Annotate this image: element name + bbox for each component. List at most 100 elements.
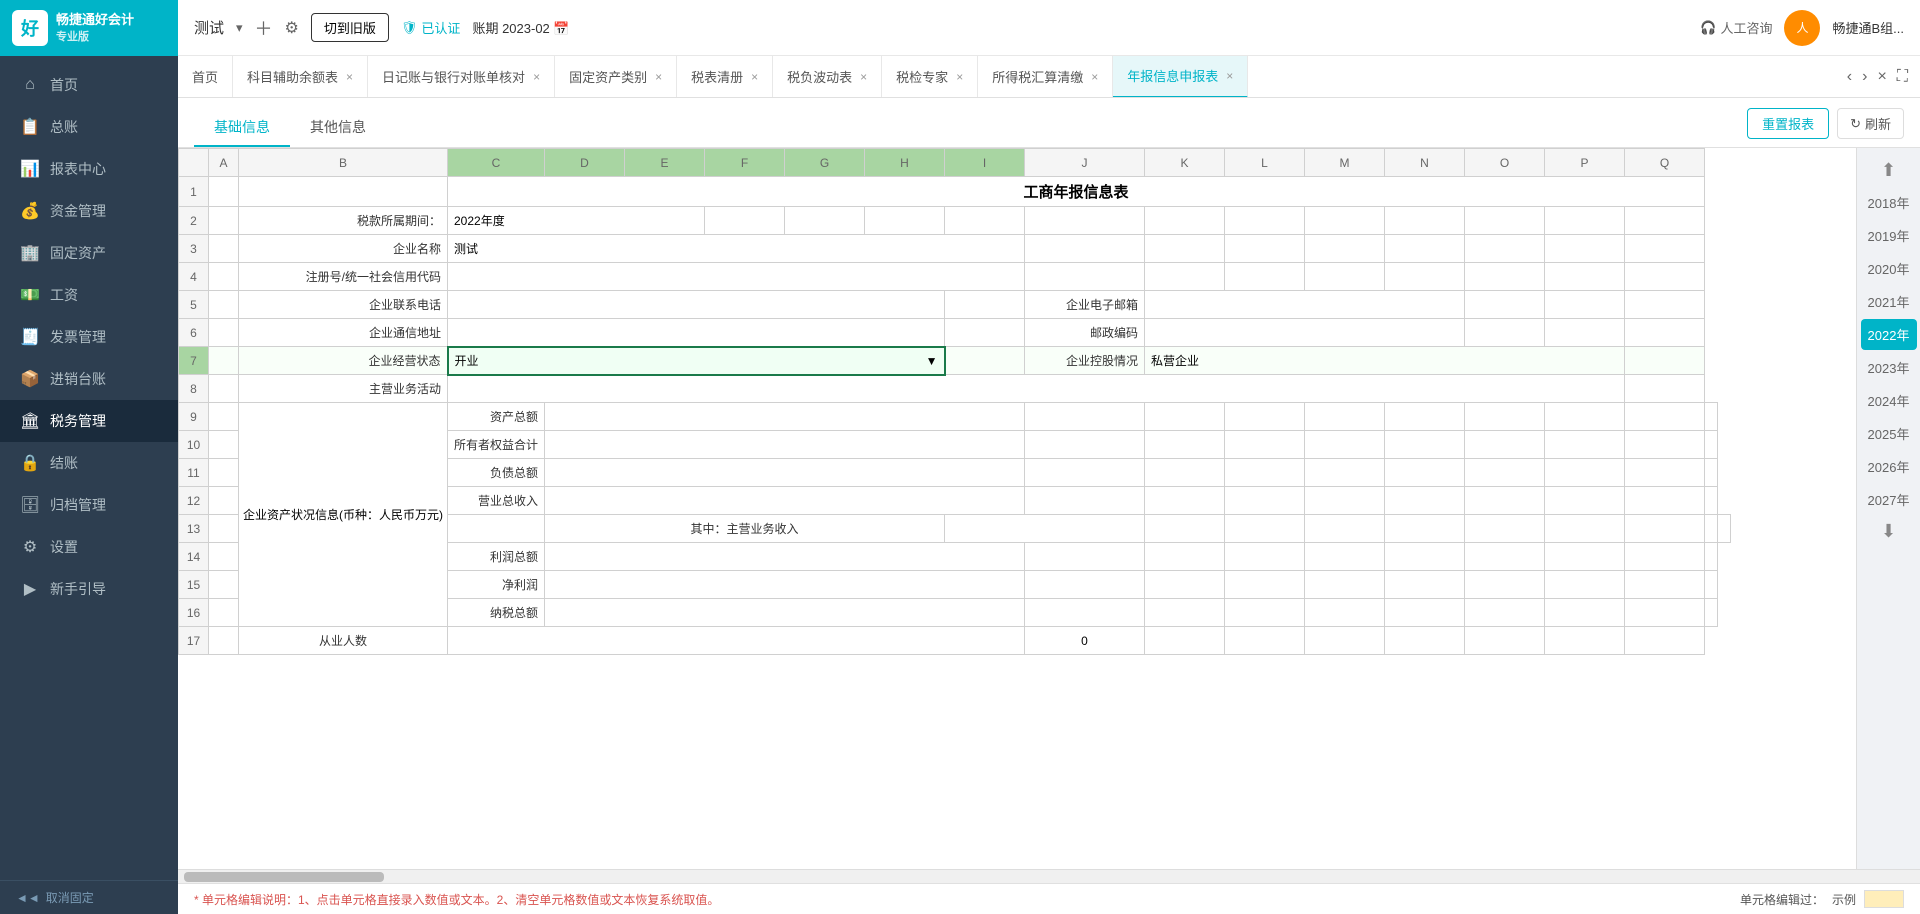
cell-5O[interactable] (1465, 291, 1545, 319)
cell-4M[interactable] (1305, 263, 1385, 291)
cell-12K[interactable] (1225, 487, 1305, 515)
cell-9I[interactable] (1025, 403, 1145, 431)
cell-8A[interactable] (209, 375, 239, 403)
reset-report-button[interactable]: 重置报表 (1747, 108, 1829, 139)
cell-5A[interactable] (209, 291, 239, 319)
cell-6A[interactable] (209, 319, 239, 347)
cell-14D[interactable] (545, 543, 1025, 571)
year-item-2026[interactable]: 2026年 (1861, 451, 1917, 482)
cell-2N[interactable] (1385, 207, 1465, 235)
cell-12N[interactable] (1465, 487, 1545, 515)
cell-5I[interactable] (945, 291, 1025, 319)
cell-17L[interactable] (1225, 627, 1305, 655)
tab-aux[interactable]: 科目辅助余额表 × (233, 56, 368, 98)
sidebar-item-fund[interactable]: 💰 资金管理 (0, 190, 178, 232)
cell-11I[interactable] (1025, 459, 1145, 487)
cell-10I[interactable] (1025, 431, 1145, 459)
cell-13J[interactable] (1225, 515, 1305, 543)
tab-annual-close[interactable]: × (1226, 69, 1233, 83)
cell-9B[interactable]: 企业资产状况信息(币种：人民币万元) (239, 403, 448, 627)
cell-5K[interactable] (1145, 291, 1465, 319)
cell-4K[interactable] (1145, 263, 1225, 291)
cell-4P[interactable] (1545, 263, 1625, 291)
cell-12L[interactable] (1305, 487, 1385, 515)
sidebar-item-archive[interactable]: 🗄 归档管理 (0, 484, 178, 526)
cell-14J[interactable] (1145, 543, 1225, 571)
tab-next-icon[interactable]: › (1858, 66, 1871, 88)
cell-3J[interactable] (1025, 235, 1145, 263)
cell-6C[interactable] (448, 319, 945, 347)
cell-9N[interactable] (1465, 403, 1545, 431)
cell-15A[interactable] (209, 571, 239, 599)
year-item-2021[interactable]: 2021年 (1861, 286, 1917, 317)
cell-4A[interactable] (209, 263, 239, 291)
cell-2C[interactable]: 2022年度 (448, 207, 705, 235)
cell-13M[interactable] (1465, 515, 1545, 543)
year-scroll-down-icon[interactable]: ⬇ (1877, 517, 1900, 546)
cell-10Q[interactable] (1705, 431, 1718, 459)
cell-11L[interactable] (1305, 459, 1385, 487)
cell-2A[interactable] (209, 207, 239, 235)
cell-5C[interactable] (448, 291, 945, 319)
year-scroll-up-icon[interactable]: ⬆ (1877, 156, 1900, 185)
tab-taxsheet-close[interactable]: × (751, 70, 758, 84)
sidebar-item-ledger[interactable]: 📋 总账 (0, 106, 178, 148)
cell-12P[interactable] (1625, 487, 1705, 515)
tab-home[interactable]: 首页 (178, 56, 233, 98)
switch-version-button[interactable]: 切到旧版 (311, 13, 389, 42)
cell-7A[interactable] (209, 347, 239, 375)
tab-close-all-icon[interactable]: × (1873, 66, 1890, 88)
cell-15Q[interactable] (1705, 571, 1718, 599)
subtab-other[interactable]: 其他信息 (290, 109, 386, 147)
cell-11A[interactable] (209, 459, 239, 487)
cell-3N[interactable] (1385, 235, 1465, 263)
tab-journal[interactable]: 日记账与银行对账单核对 × (368, 56, 555, 98)
cell-2Q[interactable] (1625, 207, 1705, 235)
cell-12A[interactable] (209, 487, 239, 515)
cell-15K[interactable] (1225, 571, 1305, 599)
year-item-2025[interactable]: 2025年 (1861, 418, 1917, 449)
cell-4O[interactable] (1465, 263, 1545, 291)
cell-14O[interactable] (1545, 543, 1625, 571)
cell-15J[interactable] (1145, 571, 1225, 599)
tab-prev-icon[interactable]: ‹ (1843, 66, 1856, 88)
cell-12M[interactable] (1385, 487, 1465, 515)
sidebar-item-invoice[interactable]: 🧾 发票管理 (0, 316, 178, 358)
cell-11J[interactable] (1145, 459, 1225, 487)
cell-16I[interactable] (1025, 599, 1145, 627)
year-item-2027[interactable]: 2027年 (1861, 484, 1917, 515)
cell-12J[interactable] (1145, 487, 1225, 515)
cell-3O[interactable] (1465, 235, 1545, 263)
cell-16K[interactable] (1225, 599, 1305, 627)
cell-9P[interactable] (1625, 403, 1705, 431)
dropdown-business-status[interactable]: 开业 ▼ (455, 352, 938, 369)
cell-9J[interactable] (1145, 403, 1225, 431)
cell-15I[interactable] (1025, 571, 1145, 599)
cell-4Q[interactable] (1625, 263, 1705, 291)
cell-14L[interactable] (1305, 543, 1385, 571)
cell-3P[interactable] (1545, 235, 1625, 263)
cell-14P[interactable] (1625, 543, 1705, 571)
sidebar-item-inventory[interactable]: 📦 进销台账 (0, 358, 178, 400)
tab-expand-icon[interactable]: ⛶ (1893, 66, 1912, 88)
cell-17P[interactable] (1545, 627, 1625, 655)
year-item-2023[interactable]: 2023年 (1861, 352, 1917, 383)
cell-4N[interactable] (1385, 263, 1465, 291)
cell-13K[interactable] (1305, 515, 1385, 543)
cell-11D[interactable] (545, 459, 1025, 487)
refresh-button[interactable]: ↻ 刷新 (1837, 108, 1904, 139)
sidebar-item-asset[interactable]: 🏢 固定资产 (0, 232, 178, 274)
cell-15P[interactable] (1625, 571, 1705, 599)
cell-2O[interactable] (1465, 207, 1545, 235)
cell-1A[interactable] (209, 177, 239, 207)
cell-10M[interactable] (1385, 431, 1465, 459)
cell-9Q[interactable] (1705, 403, 1718, 431)
cell-10K[interactable] (1225, 431, 1305, 459)
cell-13C[interactable] (448, 515, 545, 543)
year-item-2019[interactable]: 2019年 (1861, 220, 1917, 251)
cell-3C[interactable]: 测试 (448, 235, 1025, 263)
cell-11K[interactable] (1225, 459, 1305, 487)
cell-16Q[interactable] (1705, 599, 1718, 627)
cell-6I[interactable] (945, 319, 1025, 347)
tab-taxcheck-close[interactable]: × (956, 70, 963, 84)
